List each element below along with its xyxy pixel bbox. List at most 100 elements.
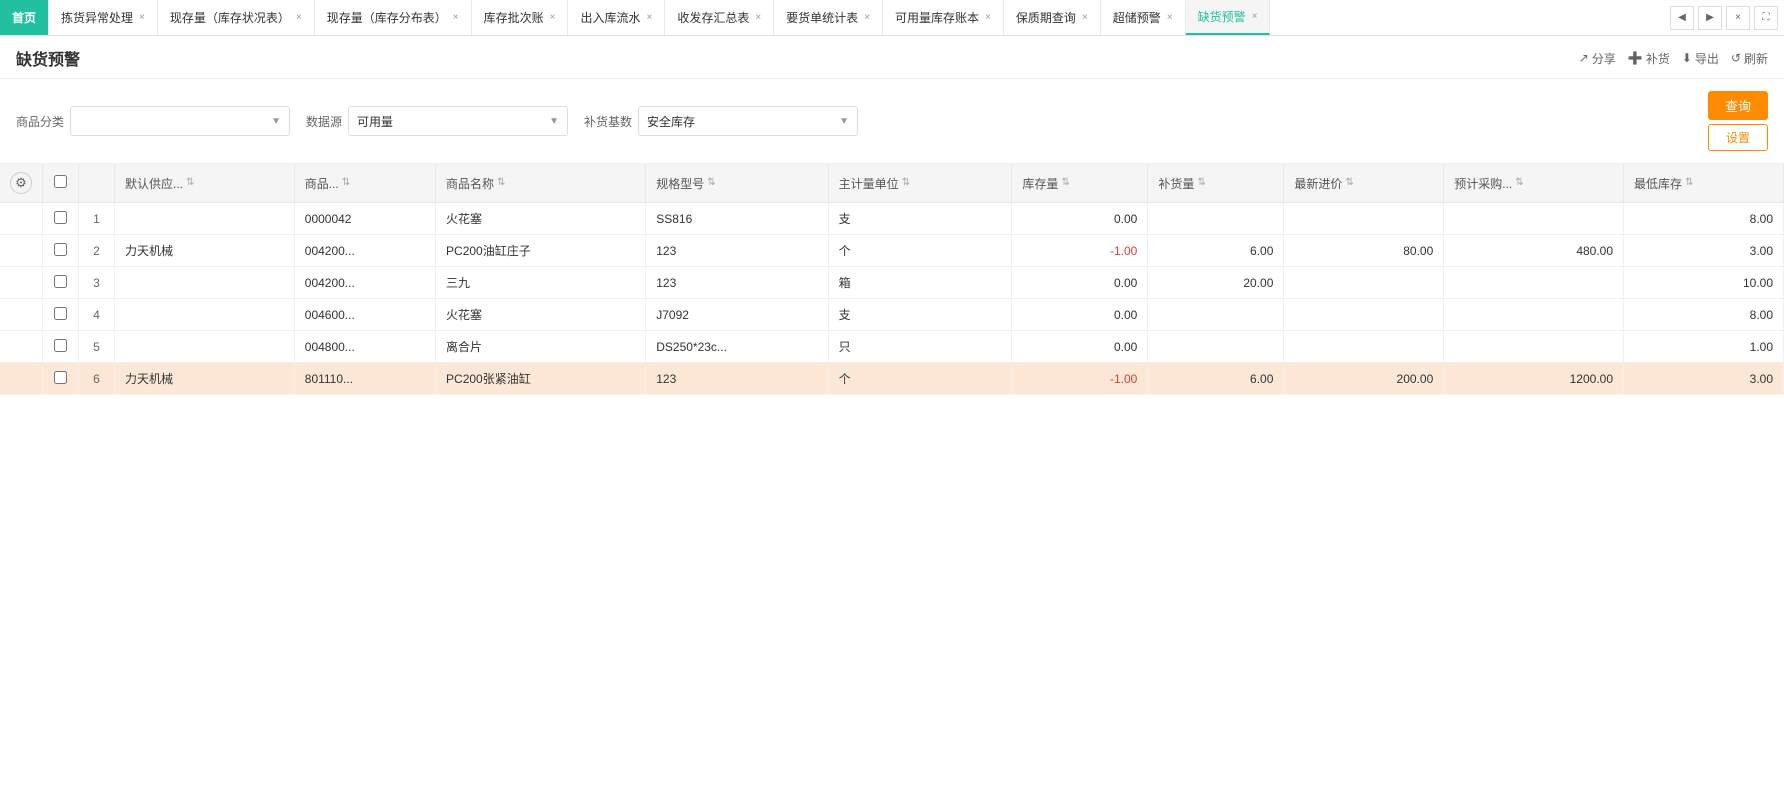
th-spec-label: 规格型号 [656,175,704,192]
tab-item-collect[interactable]: 收发存汇总表× [665,0,774,35]
row-checkbox[interactable] [54,275,67,288]
tab-item-available[interactable]: 可用量库存账本× [883,0,1004,35]
row-checkbox[interactable] [54,243,67,256]
tab-next-button[interactable]: ▶ [1698,6,1722,30]
export-button[interactable]: ⬇ 导出 [1682,50,1719,67]
refresh-button[interactable]: ↺ 刷新 [1731,50,1768,67]
row-latest-price: 80.00 [1284,235,1444,267]
table-row[interactable]: 6力天机械801110...PC200张紧油缸123个-1.006.00200.… [0,363,1784,395]
row-checkbox-cell[interactable] [43,235,79,267]
row-spec: 123 [646,235,828,267]
row-checkbox[interactable] [54,211,67,224]
table-row[interactable]: 4004600...火花塞J7092支0.008.00 [0,299,1784,331]
row-replenish-qty [1148,331,1284,363]
th-replenish-qty-sort-icon: ⇅ [1197,178,1205,188]
tab-label-overstock: 超储预警 [1113,9,1161,26]
th-supplier[interactable]: 默认供应... ⇅ [115,164,295,203]
replenish-button[interactable]: ➕ 补货 [1628,50,1670,67]
row-unit: 箱 [828,267,1012,299]
tab-item-expiry[interactable]: 保质期查询× [1004,0,1101,35]
tab-close-inout[interactable]: × [646,12,652,23]
query-button[interactable]: 查询 [1708,91,1768,120]
th-supplier-sort-icon: ⇅ [186,178,194,188]
th-est-purchase[interactable]: 预计采购... ⇅ [1444,164,1624,203]
tab-close-abnormal[interactable]: × [139,12,145,23]
datasource-select[interactable]: 可用量 ▼ [348,106,568,136]
row-stock: -1.00 [1012,363,1148,395]
category-select[interactable]: ▼ [70,106,290,136]
table-row[interactable]: 10000042火花塞SS816支0.008.00 [0,203,1784,235]
tab-label-abnormal: 拣货异常处理 [61,9,133,26]
row-checkbox[interactable] [54,339,67,352]
th-min-stock[interactable]: 最低库存 ⇅ [1624,164,1784,203]
tab-close-collect[interactable]: × [755,12,761,23]
row-product-code: 004800... [294,331,435,363]
settings-button[interactable]: 设置 [1708,124,1768,151]
row-replenish-qty [1148,299,1284,331]
tab-label-shortage: 缺货预警 [1198,8,1246,25]
tab-label-batch: 库存批次账 [484,9,544,26]
replenish-select[interactable]: 安全库存 ▼ [638,106,858,136]
th-replenish-qty[interactable]: 补货量 ⇅ [1148,164,1284,203]
row-supplier [115,299,295,331]
share-label: 分享 [1592,50,1616,67]
row-checkbox-cell[interactable] [43,331,79,363]
row-checkbox-cell[interactable] [43,363,79,395]
tab-item-inout[interactable]: 出入库流水× [568,0,665,35]
table-row[interactable]: 5004800...离合片DS250*23c...只0.001.00 [0,331,1784,363]
tab-item-stock-dist[interactable]: 现存量（库存分布表） × [315,0,472,35]
tab-prev-button[interactable]: ◀ [1670,6,1694,30]
th-gear[interactable]: ⚙ [0,164,43,203]
th-product-name[interactable]: 商品名称 ⇅ [436,164,646,203]
row-min-stock: 1.00 [1624,331,1784,363]
tab-close-all-button[interactable]: × [1726,6,1750,30]
row-checkbox[interactable] [54,307,67,320]
row-product-name: PC200油缸庄子 [436,235,646,267]
refresh-icon: ↺ [1731,51,1741,65]
tab-close-demand[interactable]: × [864,12,870,23]
row-unit: 个 [828,235,1012,267]
th-latest-price[interactable]: 最新进价 ⇅ [1284,164,1444,203]
tab-item-stock-status[interactable]: 现存量（库存状况表）× [158,0,315,35]
th-row-num [79,164,115,203]
tab-close-stock-status[interactable]: × [296,12,302,23]
th-unit[interactable]: 主计量单位 ⇅ [828,164,1012,203]
tab-close-expiry[interactable]: × [1082,12,1088,23]
table-row[interactable]: 2力天机械004200...PC200油缸庄子123个-1.006.0080.0… [0,235,1784,267]
row-est-purchase [1444,299,1624,331]
tab-label-stock-dist: 现存量（库存分布表） [327,9,447,26]
tab-item-home[interactable]: 首页 [0,0,49,35]
tab-item-demand[interactable]: 要货单统计表× [774,0,883,35]
tab-close-shortage[interactable]: × [1252,11,1258,22]
tab-item-overstock[interactable]: 超储预警 × [1101,0,1186,35]
row-number: 2 [79,235,115,267]
table-row[interactable]: 3004200...三九123箱0.0020.0010.00 [0,267,1784,299]
refresh-label: 刷新 [1744,50,1768,67]
th-product-code[interactable]: 商品... ⇅ [294,164,435,203]
row-number: 5 [79,331,115,363]
th-stock[interactable]: 库存量 ⇅ [1012,164,1148,203]
row-gear-cell [0,267,43,299]
tab-item-shortage[interactable]: 缺货预警 × [1186,0,1271,35]
tab-close-overstock[interactable]: × [1167,12,1173,23]
row-checkbox[interactable] [54,371,67,384]
share-button[interactable]: ↗ 分享 [1579,50,1616,67]
th-stock-label: 库存量 [1022,175,1058,192]
tab-close-available[interactable]: × [985,12,991,23]
th-spec-sort-icon: ⇅ [707,178,715,188]
th-spec[interactable]: 规格型号 ⇅ [646,164,828,203]
tab-item-batch[interactable]: 库存批次账 × [472,0,569,35]
row-product-name: PC200张紧油缸 [436,363,646,395]
row-checkbox-cell[interactable] [43,299,79,331]
tab-close-batch[interactable]: × [550,12,556,23]
select-all-checkbox[interactable] [54,175,67,188]
tab-item-abnormal[interactable]: 拣货异常处理 × [49,0,158,35]
row-product-code: 0000042 [294,203,435,235]
row-unit: 只 [828,331,1012,363]
tab-close-stock-dist[interactable]: × [453,12,459,23]
row-checkbox-cell[interactable] [43,267,79,299]
row-min-stock: 3.00 [1624,235,1784,267]
th-checkbox[interactable] [43,164,79,203]
tab-expand-button[interactable]: ⛶ [1754,6,1778,30]
row-checkbox-cell[interactable] [43,203,79,235]
